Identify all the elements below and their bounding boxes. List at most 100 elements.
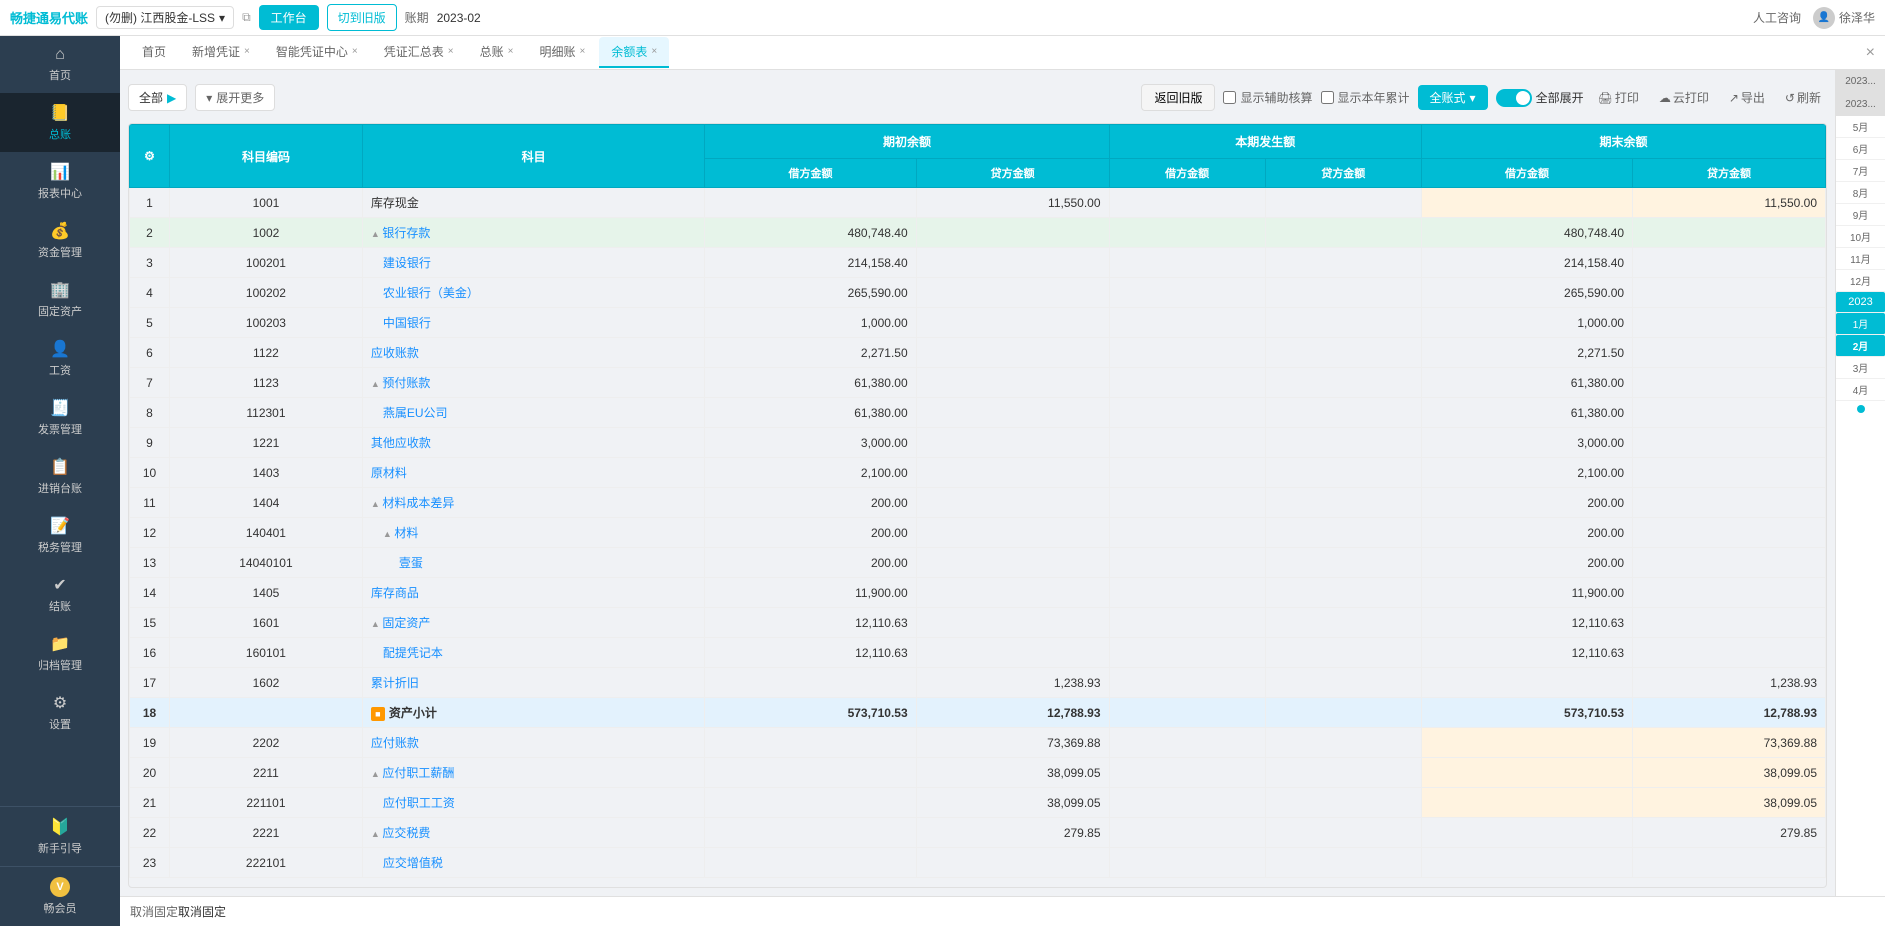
month-7[interactable]: 7月: [1836, 160, 1885, 182]
copy-icon[interactable]: ⧉: [242, 10, 251, 25]
period-value[interactable]: 2023-02: [437, 11, 481, 25]
row-name-link[interactable]: 库存商品: [371, 586, 419, 600]
company-selector[interactable]: (勿删) 江西股金-LSS ▾: [96, 6, 234, 29]
panel-header-2023[interactable]: 2023...: [1836, 93, 1885, 116]
tab-balance-close[interactable]: ×: [651, 46, 657, 57]
month-5[interactable]: 5月: [1836, 116, 1885, 138]
sidebar-item-purchase[interactable]: 📋 进销台账: [0, 447, 120, 506]
sidebar-item-tax[interactable]: 📝 税务管理: [0, 506, 120, 565]
row-name-link[interactable]: 累计折旧: [371, 676, 419, 690]
sidebar-item-close[interactable]: ✔ 结账: [0, 565, 120, 624]
expand-row-icon[interactable]: ▲: [371, 499, 382, 509]
expand-row-icon[interactable]: ▲: [371, 229, 382, 239]
tab-detail[interactable]: 明细账 ×: [527, 37, 597, 68]
expand-button[interactable]: ▾ 展开更多: [195, 84, 275, 111]
sidebar-item-invoices[interactable]: 🧾 发票管理: [0, 388, 120, 447]
month-3[interactable]: 3月: [1836, 357, 1885, 379]
tab-home[interactable]: 首页: [130, 37, 178, 68]
tab-smart-voucher-close[interactable]: ×: [352, 46, 358, 57]
expand-row-icon[interactable]: ▲: [371, 769, 382, 779]
row-name-link[interactable]: 材料: [394, 526, 418, 540]
row-amount-2: [1109, 458, 1265, 488]
tax-icon: 📝: [50, 516, 70, 536]
aux-checkbox[interactable]: [1223, 91, 1236, 104]
row-name-link[interactable]: 材料成本差异: [382, 496, 454, 510]
month-6[interactable]: 6月: [1836, 138, 1885, 160]
tab-new-voucher-label: 新增凭证: [192, 43, 240, 60]
row-name-link[interactable]: 农业银行（美金）: [383, 286, 479, 300]
assets-icon: 🏢: [50, 280, 70, 300]
month-11[interactable]: 11月: [1836, 248, 1885, 270]
row-name-link[interactable]: 原材料: [371, 466, 407, 480]
month-9[interactable]: 9月: [1836, 204, 1885, 226]
row-name-link[interactable]: 应收账款: [371, 346, 419, 360]
annual-checkbox[interactable]: [1321, 91, 1334, 104]
row-name-link[interactable]: 固定资产: [382, 616, 430, 630]
workbench-button[interactable]: 工作台: [259, 5, 319, 30]
month-8[interactable]: 8月: [1836, 182, 1885, 204]
switch-version-button[interactable]: 切到旧版: [327, 4, 397, 31]
row-name-link[interactable]: 应交税费: [382, 826, 430, 840]
sidebar-item-settings[interactable]: ⚙ 设置: [0, 683, 120, 742]
cloud-print-button[interactable]: ☁ 云打印: [1653, 85, 1715, 110]
expand-row-icon[interactable]: ▲: [383, 529, 394, 539]
month-12[interactable]: 12月: [1836, 270, 1885, 292]
tab-smart-voucher[interactable]: 智能凭证中心 ×: [264, 37, 370, 68]
sidebar-item-home[interactable]: ⌂ 首页: [0, 36, 120, 93]
expand-row-icon[interactable]: ▲: [371, 379, 382, 389]
tab-balance[interactable]: 余额表 ×: [599, 37, 669, 68]
table-settings-icon[interactable]: ⚙: [140, 146, 160, 166]
tab-ledger[interactable]: 总账 ×: [468, 37, 526, 68]
row-name-link[interactable]: 配提凭记本: [383, 646, 443, 660]
cancel-fixed-button[interactable]: 取消固定: [130, 903, 178, 920]
row-name-link[interactable]: 燕属EU公司: [383, 406, 448, 420]
row-name-link[interactable]: 壹蛋: [399, 556, 423, 570]
tab-voucher-summary-close[interactable]: ×: [448, 46, 454, 57]
refresh-button[interactable]: ↺ 刷新: [1779, 85, 1827, 110]
tab-ledger-close[interactable]: ×: [508, 46, 514, 57]
panel-dot[interactable]: [1857, 405, 1865, 413]
tab-new-voucher-close[interactable]: ×: [244, 46, 250, 57]
toggle-switch[interactable]: [1496, 89, 1532, 107]
row-name-link[interactable]: 建设银行: [383, 256, 431, 270]
full-mode-button[interactable]: 全账式 ▾: [1418, 85, 1488, 110]
month-10[interactable]: 10月: [1836, 226, 1885, 248]
all-button[interactable]: 全部 ▶: [128, 84, 187, 111]
expand-row-icon[interactable]: ▲: [371, 619, 382, 629]
sidebar-item-ledger[interactable]: 📒 总账: [0, 93, 120, 152]
month-2[interactable]: 2月: [1836, 335, 1885, 357]
row-name-link[interactable]: 银行存款: [382, 226, 430, 240]
tab-new-voucher[interactable]: 新增凭证 ×: [180, 37, 262, 68]
export-button[interactable]: ↗ 导出: [1723, 85, 1771, 110]
return-old-version-button[interactable]: 返回旧版: [1141, 84, 1215, 111]
tab-detail-close[interactable]: ×: [579, 46, 585, 57]
row-name-link[interactable]: 其他应收款: [371, 436, 431, 450]
month-1[interactable]: 1月: [1836, 313, 1885, 335]
year-2023[interactable]: 2023: [1836, 292, 1885, 313]
col-period-cr: 贷方金额: [916, 159, 1109, 188]
sidebar-item-archive[interactable]: 📁 归档管理: [0, 624, 120, 683]
support-link[interactable]: 人工咨询: [1753, 9, 1801, 26]
tab-voucher-summary[interactable]: 凭证汇总表 ×: [372, 37, 466, 68]
row-name-link[interactable]: 应交增值税: [383, 856, 443, 870]
sidebar-item-guide[interactable]: 🔰 新手引导: [0, 806, 120, 866]
sidebar-item-member[interactable]: V 畅会员: [0, 866, 120, 926]
row-name-link[interactable]: 应付职工工资: [383, 796, 455, 810]
expand-row-icon[interactable]: ▲: [371, 829, 382, 839]
panel-header-2023-top[interactable]: 2023...: [1836, 70, 1885, 93]
row-amount-4: 2,100.00: [1421, 458, 1632, 488]
row-name-link[interactable]: 应付账款: [371, 736, 419, 750]
sidebar-item-assets[interactable]: 🏢 固定资产: [0, 270, 120, 329]
sidebar-item-reports[interactable]: 📊 报表中心: [0, 152, 120, 211]
row-name-link[interactable]: 中国银行: [383, 316, 431, 330]
print-button[interactable]: 🖨 打印: [1592, 85, 1645, 110]
table-row: 151601▲ 固定资产12,110.6312,110.63: [130, 608, 1826, 638]
sidebar-item-payroll[interactable]: 👤 工资: [0, 329, 120, 388]
row-name-link[interactable]: 预付账款: [382, 376, 430, 390]
sidebar-item-funds[interactable]: 💰 资金管理: [0, 211, 120, 270]
close-all-tabs[interactable]: ×: [1866, 44, 1875, 62]
row-amount-1: 11,550.00: [916, 188, 1109, 218]
month-4[interactable]: 4月: [1836, 379, 1885, 401]
row-name-link[interactable]: 应付职工薪酬: [382, 766, 454, 780]
user-info[interactable]: 👤 徐泽华: [1813, 7, 1875, 29]
